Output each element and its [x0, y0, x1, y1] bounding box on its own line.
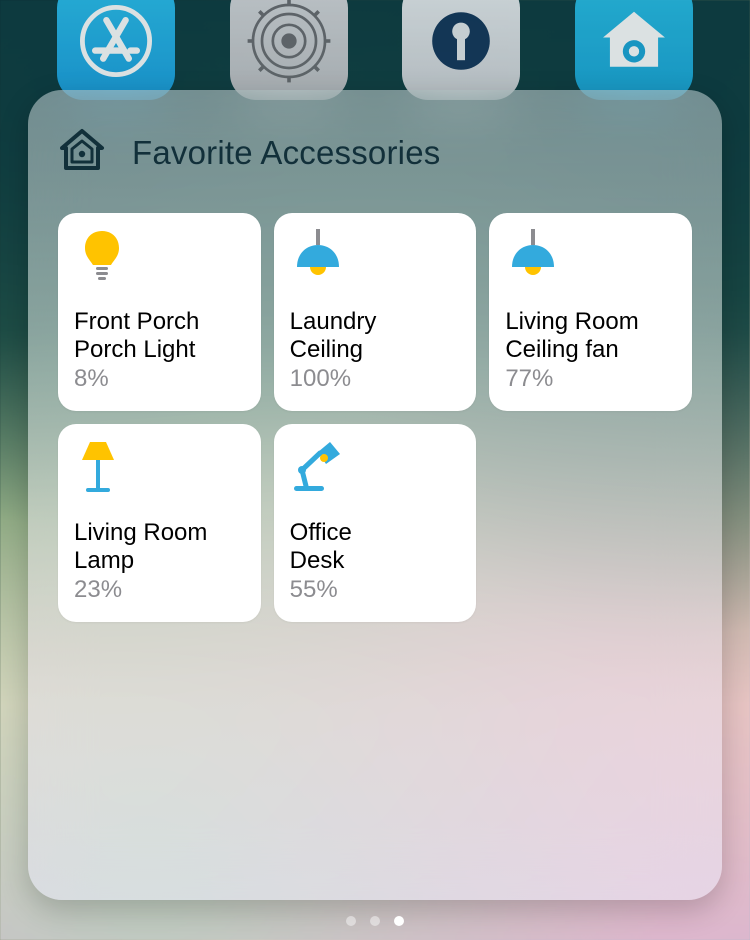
page-indicator[interactable] — [0, 916, 750, 926]
accessory-tile-laundry-ceiling[interactable]: Laundry Ceiling 100% — [274, 213, 477, 411]
accessory-room: Living Room — [74, 519, 245, 547]
accessory-tile-living-room-ceiling-fan[interactable]: Living Room Ceiling fan 77% — [489, 213, 692, 411]
app-icon-appstore — [57, 0, 175, 100]
floor-lamp-icon — [74, 438, 130, 494]
accessory-name: Lamp — [74, 547, 245, 575]
accessory-name: Porch Light — [74, 336, 245, 364]
accessory-room: Laundry — [290, 308, 461, 336]
page-dot[interactable] — [370, 916, 380, 926]
accessory-name: Desk — [290, 547, 461, 575]
widget-header: Favorite Accessories — [58, 126, 692, 179]
accessory-name: Ceiling — [290, 336, 461, 364]
accessory-value: 23% — [74, 575, 245, 606]
page-dot[interactable] — [346, 916, 356, 926]
widget-title: Favorite Accessories — [132, 134, 440, 172]
accessory-value: 100% — [290, 364, 461, 395]
home-screen-icons — [0, 0, 750, 100]
accessory-room: Front Porch — [74, 308, 245, 336]
app-icon-home — [575, 0, 693, 100]
accessory-value: 55% — [290, 575, 461, 606]
bulb-icon — [74, 227, 130, 283]
home-icon — [58, 126, 106, 179]
ceiling-lamp-icon — [505, 227, 561, 283]
ceiling-lamp-icon — [290, 227, 346, 283]
app-icon-1password — [402, 0, 520, 100]
accessory-tile-front-porch-light[interactable]: Front Porch Porch Light 8% — [58, 213, 261, 411]
accessory-tile-living-room-lamp[interactable]: Living Room Lamp 23% — [58, 424, 261, 622]
accessory-room: Living Room — [505, 308, 676, 336]
accessory-name: Ceiling fan — [505, 336, 676, 364]
app-icon-settings — [230, 0, 348, 100]
accessory-room: Office — [290, 519, 461, 547]
accessory-value: 77% — [505, 364, 676, 395]
desk-lamp-icon — [290, 438, 346, 494]
widget-panel: Favorite Accessories Front Porch Porch L… — [28, 90, 722, 900]
accessory-tile-office-desk[interactable]: Office Desk 55% — [274, 424, 477, 622]
accessory-value: 8% — [74, 364, 245, 395]
page-dot-active[interactable] — [394, 916, 404, 926]
accessories-grid: Front Porch Porch Light 8% Laundry Ceili… — [58, 213, 692, 622]
